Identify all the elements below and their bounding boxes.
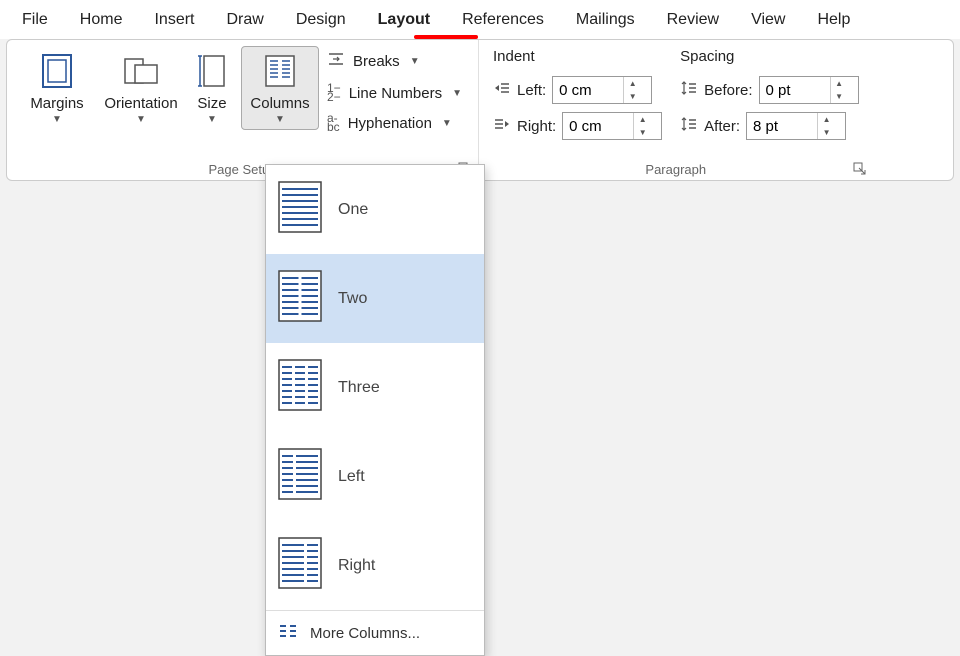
spin-up[interactable]: ▲ [818,113,835,126]
indent-right-label: Right: [517,118,556,135]
spacing-before-icon [680,80,698,100]
columns-option-label: Right [338,557,375,575]
breaks-label: Breaks [353,53,400,70]
tab-view[interactable]: View [735,0,801,39]
tab-home[interactable]: Home [64,0,139,39]
size-button[interactable]: Size ▼ [183,46,241,130]
columns-option-two[interactable]: Two [266,254,484,343]
columns-option-label: Left [338,468,365,486]
chevron-down-icon: ▼ [452,88,462,99]
indent-left-input[interactable] [553,82,623,99]
spacing-before-spinbox[interactable]: ▲▼ [759,76,859,104]
columns-more-option[interactable]: More Columns... [266,611,484,655]
line-numbers-button[interactable]: 1−2− Line Numbers ▼ [323,82,466,104]
spacing-after-icon [680,116,698,136]
chevron-down-icon: ▼ [52,114,62,125]
spin-up[interactable]: ▲ [634,113,651,126]
columns-option-one[interactable]: One [266,165,484,254]
tab-insert[interactable]: Insert [138,0,210,39]
more-columns-icon [278,623,298,643]
indent-right-icon [493,116,511,136]
spacing-after-label: After: [704,118,740,135]
hyphenation-label: Hyphenation [348,115,432,132]
spin-down[interactable]: ▼ [624,90,641,103]
chevron-down-icon: ▼ [136,114,146,125]
margins-button[interactable]: Margins ▼ [15,46,99,130]
indent-left-icon [493,80,511,100]
columns-option-right[interactable]: Right [266,521,484,610]
group-page-setup: Margins ▼ Orientation ▼ Size ▼ Columns ▼ [7,40,479,180]
indent-left-label: Left: [517,82,546,99]
spacing-after-spinbox[interactable]: ▲▼ [746,112,846,140]
columns-label: Columns [250,95,309,112]
orientation-icon [121,51,161,91]
spacing-after-input[interactable] [747,118,817,135]
spin-down[interactable]: ▼ [818,126,835,139]
columns-option-label: Three [338,379,380,397]
columns-option-icon [278,537,322,594]
columns-icon [260,51,300,91]
size-icon [192,51,232,91]
columns-option-icon [278,448,322,505]
margins-label: Margins [30,95,83,112]
tab-references[interactable]: References [446,0,560,39]
chevron-down-icon: ▼ [442,118,452,129]
tab-draw[interactable]: Draw [210,0,279,39]
hyphenation-icon: a-bc [327,114,340,132]
spacing-before-input[interactable] [760,82,830,99]
tab-file[interactable]: File [6,0,64,39]
indent-left-spinbox[interactable]: ▲▼ [552,76,652,104]
spacing-before-label: Before: [704,82,752,99]
columns-option-icon [278,181,322,238]
tab-mailings[interactable]: Mailings [560,0,651,39]
tab-bar: File Home Insert Draw Design Layout Refe… [0,0,960,39]
margins-icon [37,51,77,91]
tab-help[interactable]: Help [801,0,866,39]
chevron-down-icon: ▼ [207,114,217,125]
more-columns-label: More Columns... [310,625,420,642]
columns-option-left[interactable]: Left [266,432,484,521]
columns-option-icon [278,359,322,416]
size-label: Size [197,95,226,112]
columns-option-icon [278,270,322,327]
columns-option-label: One [338,201,368,219]
columns-button[interactable]: Columns ▼ [241,46,319,130]
group-paragraph: Indent Left: ▲▼ Right: ▲▼ [479,40,873,180]
indent-right-input[interactable] [563,118,633,135]
spin-down[interactable]: ▼ [831,90,848,103]
tab-design[interactable]: Design [280,0,362,39]
breaks-icon [327,50,345,72]
spin-down[interactable]: ▼ [634,126,651,139]
columns-dropdown: One Two Three Left Right More Columns... [265,164,485,656]
columns-option-label: Two [338,290,367,308]
breaks-button[interactable]: Breaks ▼ [323,48,466,74]
indent-header: Indent [493,48,662,65]
chevron-down-icon: ▼ [410,56,420,67]
orientation-label: Orientation [104,95,177,112]
paragraph-dialog-launcher[interactable] [853,162,867,176]
line-numbers-icon: 1−2− [327,84,341,102]
columns-option-three[interactable]: Three [266,343,484,432]
indent-right-spinbox[interactable]: ▲▼ [562,112,662,140]
tab-review[interactable]: Review [651,0,735,39]
spin-up[interactable]: ▲ [624,77,641,90]
line-numbers-label: Line Numbers [349,85,442,102]
spacing-header: Spacing [680,48,858,65]
ribbon: Margins ▼ Orientation ▼ Size ▼ Columns ▼ [6,39,954,181]
hyphenation-button[interactable]: a-bc Hyphenation ▼ [323,112,466,134]
chevron-down-icon: ▼ [275,114,285,125]
paragraph-group-label: Paragraph [479,162,873,177]
orientation-button[interactable]: Orientation ▼ [99,46,183,130]
tab-layout[interactable]: Layout [362,0,446,39]
spin-up[interactable]: ▲ [831,77,848,90]
